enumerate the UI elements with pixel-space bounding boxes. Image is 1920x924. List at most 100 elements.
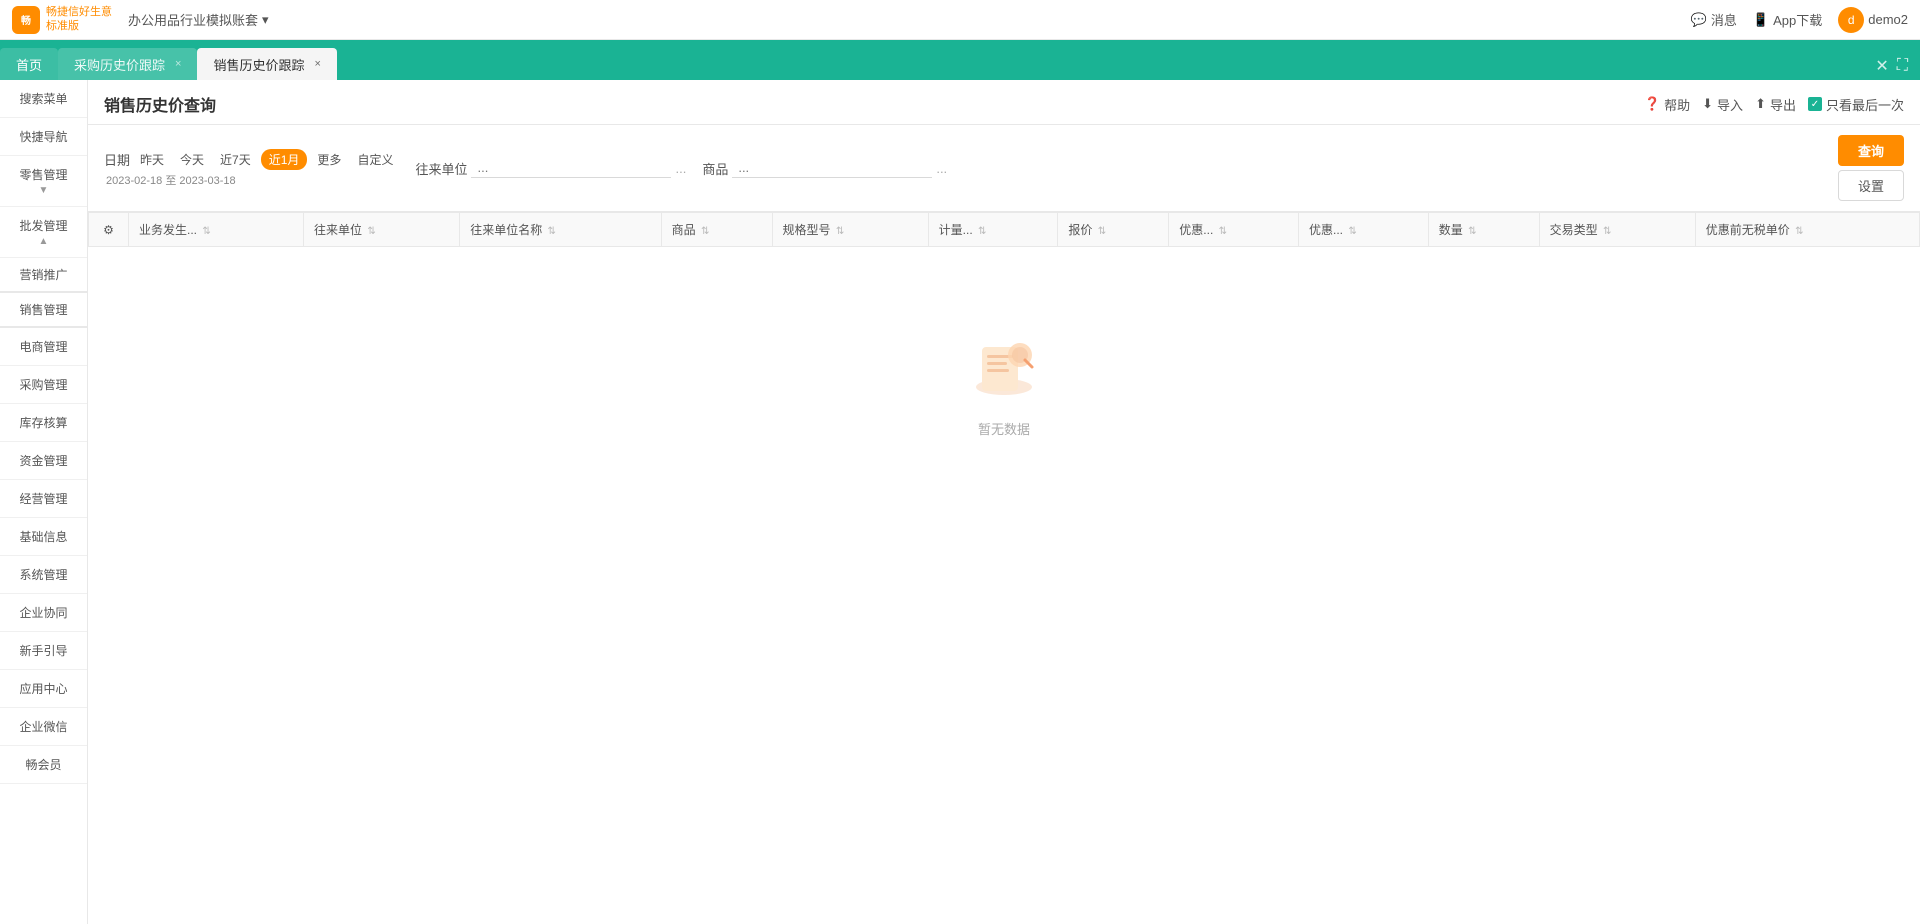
col-product[interactable]: 商品 ⇅ xyxy=(661,213,772,247)
tab-home[interactable]: 首页 xyxy=(0,48,58,80)
sidebar-item-newbie-guide[interactable]: 新手引导 xyxy=(0,632,87,670)
tab-purchase-close-icon[interactable]: × xyxy=(175,58,181,70)
sort-spec-icon: ⇅ xyxy=(836,226,844,237)
col-biz-date[interactable]: 业务发生... ⇅ xyxy=(129,213,304,247)
col-discount1[interactable]: 优惠... ⇅ xyxy=(1169,213,1299,247)
import-button[interactable]: ⬇ 导入 xyxy=(1702,95,1743,114)
page-header: 销售历史价查询 ❓ 帮助 ⬇ 导入 ⬆ 导出 ✓ xyxy=(88,80,1920,125)
help-button[interactable]: ❓ 帮助 xyxy=(1644,95,1690,114)
empty-state: 暂无数据 xyxy=(88,247,1920,518)
partner-input[interactable] xyxy=(471,158,671,178)
product-input[interactable] xyxy=(732,158,932,178)
enterprise-collab-label: 企业协同 xyxy=(19,604,67,621)
sidebar-item-system-mgmt[interactable]: 系统管理 xyxy=(0,556,87,594)
date-btn-7days[interactable]: 近7天 xyxy=(214,149,257,170)
top-header: 畅 畅捷信好生意 标准版 办公用品行业模拟账套 ▾ 💬 消息 📱 App下载 d… xyxy=(0,0,1920,40)
sort-unit-icon: ⇅ xyxy=(978,226,986,237)
inventory-label: 库存核算 xyxy=(19,414,67,431)
sort-pre-tax-price-icon: ⇅ xyxy=(1795,226,1803,237)
tab-sales-close-icon[interactable]: × xyxy=(314,58,320,70)
sidebar-item-vip-member[interactable]: 畅会员 xyxy=(0,746,87,784)
sidebar-item-finance[interactable]: 资金管理 xyxy=(0,442,87,480)
message-button[interactable]: 💬 消息 xyxy=(1691,10,1737,29)
sidebar-item-inventory[interactable]: 库存核算 xyxy=(0,404,87,442)
date-btn-today[interactable]: 今天 xyxy=(174,149,210,170)
sidebar-item-basic-info[interactable]: 基础信息 xyxy=(0,518,87,556)
app-download-button[interactable]: 📱 App下载 xyxy=(1753,10,1822,29)
sidebar-item-app-center[interactable]: 应用中心 xyxy=(0,670,87,708)
sort-product-icon: ⇅ xyxy=(701,226,709,237)
purchase-mgmt-label: 采购管理 xyxy=(19,376,67,393)
vip-member-label: 畅会员 xyxy=(25,756,61,773)
only-last-checkbox[interactable]: ✓ xyxy=(1808,97,1822,111)
logo-text: 畅捷信好生意 标准版 xyxy=(46,6,112,32)
page-header-actions: ❓ 帮助 ⬇ 导入 ⬆ 导出 ✓ 只看最后一次 xyxy=(1644,95,1904,114)
sidebar-item-marketing[interactable]: 营销推广 xyxy=(0,258,87,293)
sort-partner-name-icon: ⇅ xyxy=(548,226,556,237)
col-partner-code[interactable]: 往来单位 ⇅ xyxy=(304,213,460,247)
tab-bar: 首页 采购历史价跟踪 × 销售历史价跟踪 × ✕ ⛶ xyxy=(0,40,1920,80)
date-btn-1month[interactable]: 近1月 xyxy=(261,149,308,170)
sidebar-item-sales-mgmt[interactable]: 销售管理 xyxy=(0,293,87,328)
col-discount2[interactable]: 优惠... ⇅ xyxy=(1299,213,1429,247)
col-spec[interactable]: 规格型号 ⇅ xyxy=(772,213,928,247)
col-quantity[interactable]: 数量 ⇅ xyxy=(1428,213,1539,247)
col-partner-name[interactable]: 往来单位名称 ⇅ xyxy=(460,213,661,247)
date-btn-custom[interactable]: 自定义 xyxy=(351,149,399,170)
table-header: ⚙ 业务发生... ⇅ 往来单位 ⇅ 往来单位名称 xyxy=(89,213,1920,247)
date-btn-yesterday[interactable]: 昨天 xyxy=(134,149,170,170)
date-btn-more[interactable]: 更多 xyxy=(311,149,347,170)
col-trade-type[interactable]: 交易类型 ⇅ xyxy=(1539,213,1695,247)
wholesale-mgmt-label: 批发管理 xyxy=(19,217,67,234)
page-content: 销售历史价查询 ❓ 帮助 ⬇ 导入 ⬆ 导出 ✓ xyxy=(88,80,1920,924)
header-left: 畅 畅捷信好生意 标准版 办公用品行业模拟账套 ▾ xyxy=(12,6,269,34)
app-center-label: 应用中心 xyxy=(19,680,67,697)
query-button[interactable]: 查询 xyxy=(1838,135,1904,166)
sidebar-item-operations[interactable]: 经营管理 xyxy=(0,480,87,518)
search-menu-label: 搜索菜单 xyxy=(19,90,67,107)
export-button[interactable]: ⬆ 导出 xyxy=(1755,95,1796,114)
wholesale-mgmt-arrow-icon: ▲ xyxy=(39,236,49,247)
col-settings[interactable]: ⚙ xyxy=(89,213,129,247)
sidebar-item-ecommerce[interactable]: 电商管理 xyxy=(0,328,87,366)
partner-select-icon[interactable]: ... xyxy=(675,161,686,176)
sidebar-item-purchase-mgmt[interactable]: 采购管理 xyxy=(0,366,87,404)
col-unit[interactable]: 计量... ⇅ xyxy=(928,213,1058,247)
maximize-window-icon[interactable]: ⛶ xyxy=(1897,57,1908,75)
empty-text: 暂无数据 xyxy=(978,419,1030,438)
close-window-icon[interactable]: ✕ xyxy=(1875,56,1888,76)
enterprise-wechat-label: 企业微信 xyxy=(19,718,67,735)
import-label: 导入 xyxy=(1717,95,1743,114)
page-title: 销售历史价查询 xyxy=(104,92,216,116)
quick-nav-label: 快捷导航 xyxy=(19,128,67,145)
col-pre-tax-price[interactable]: 优惠前无税单价 ⇅ xyxy=(1695,213,1919,247)
only-last-checkbox-wrapper[interactable]: ✓ 只看最后一次 xyxy=(1808,95,1904,114)
sidebar-item-quick-nav[interactable]: 快捷导航 xyxy=(0,118,87,156)
app-download-icon: 📱 xyxy=(1753,12,1769,28)
date-filter: 日期 昨天 今天 近7天 近1月 更多 自定义 2023-02-18 至 202… xyxy=(104,149,399,188)
user-profile[interactable]: d demo2 xyxy=(1838,7,1908,33)
main-layout: 搜索菜单 快捷导航 零售管理 ▼ 批发管理 ▲ 营销推广 销售管理 电商管理 采… xyxy=(0,80,1920,924)
col-quote[interactable]: 报价 ⇅ xyxy=(1058,213,1169,247)
retail-mgmt-label: 零售管理 xyxy=(19,166,67,183)
product-label: 商品 xyxy=(702,159,728,178)
col-quote-label: 报价 xyxy=(1068,223,1092,237)
retail-mgmt-arrow-icon: ▼ xyxy=(39,185,49,196)
basic-info-label: 基础信息 xyxy=(19,528,67,545)
tab-sales-history[interactable]: 销售历史价跟踪 × xyxy=(197,48,336,80)
app-download-label: App下载 xyxy=(1773,10,1822,29)
product-select-icon[interactable]: ... xyxy=(936,161,947,176)
table-header-row: ⚙ 业务发生... ⇅ 往来单位 ⇅ 往来单位名称 xyxy=(89,213,1920,247)
company-selector[interactable]: 办公用品行业模拟账套 ▾ xyxy=(128,10,269,29)
sidebar-item-enterprise-wechat[interactable]: 企业微信 xyxy=(0,708,87,746)
tab-purchase-history[interactable]: 采购历史价跟踪 × xyxy=(58,48,197,80)
finance-label: 资金管理 xyxy=(19,452,67,469)
sidebar-item-wholesale-mgmt[interactable]: 批发管理 ▲ xyxy=(0,207,87,258)
settings-button[interactable]: 设置 xyxy=(1838,170,1904,201)
sidebar-item-retail-mgmt[interactable]: 零售管理 ▼ xyxy=(0,156,87,207)
data-table: ⚙ 业务发生... ⇅ 往来单位 ⇅ 往来单位名称 xyxy=(88,212,1920,247)
company-name: 办公用品行业模拟账套 xyxy=(128,10,258,29)
sidebar-item-enterprise-collab[interactable]: 企业协同 xyxy=(0,594,87,632)
sidebar-item-search-menu[interactable]: 搜索菜单 xyxy=(0,80,87,118)
col-pre-tax-price-label: 优惠前无税单价 xyxy=(1706,223,1790,237)
